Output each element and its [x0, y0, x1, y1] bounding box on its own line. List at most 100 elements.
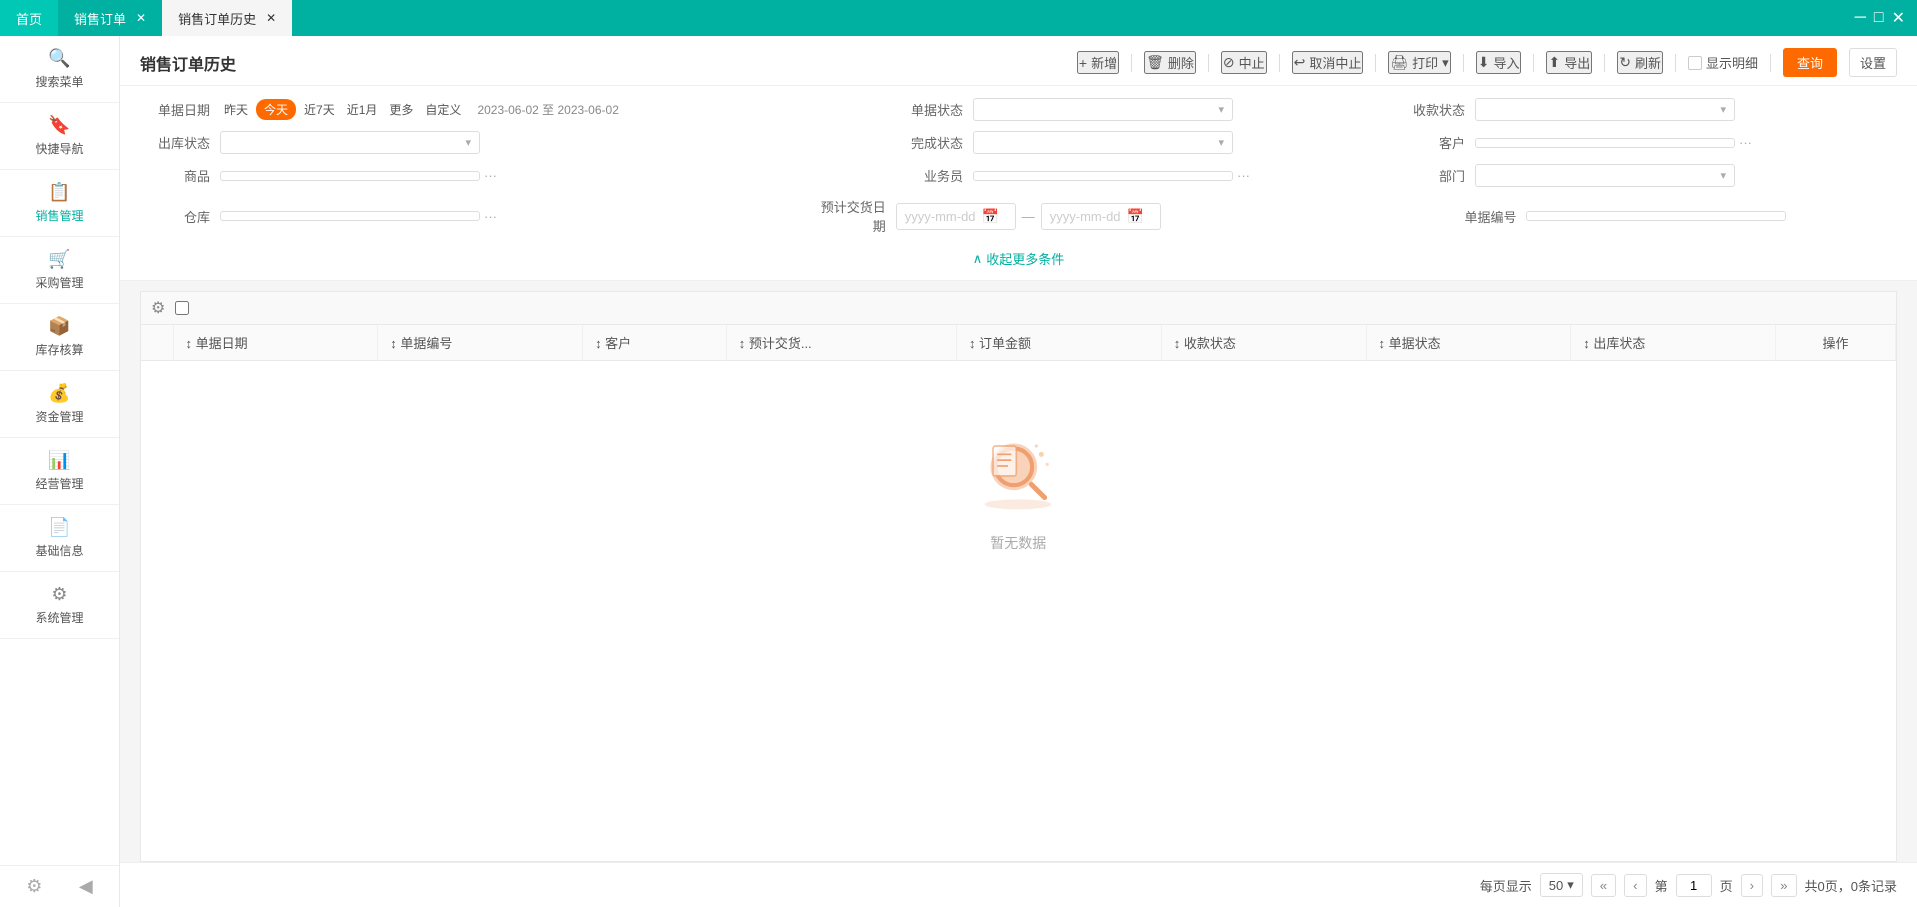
shortcut-custom[interactable]: 自定义	[421, 99, 465, 120]
refresh-icon: ↻	[1619, 54, 1631, 71]
query-button[interactable]: 查询	[1783, 48, 1837, 77]
date-filter-control: 昨天 今天 近7天 近1月 更多 自定义 2023-06-02 至 2023-0…	[220, 99, 893, 120]
page-prefix: 第	[1655, 876, 1668, 895]
shortcut-today[interactable]: 今天	[256, 99, 296, 120]
tab-sales-order-history[interactable]: 销售订单历史 ✕	[162, 0, 292, 36]
cancel-stop-button[interactable]: ↩ 取消中止	[1292, 51, 1364, 74]
outbound-status-select[interactable]: ▾	[220, 131, 480, 154]
empty-text: 暂无数据	[990, 533, 1046, 553]
page-title: 销售订单历史	[140, 51, 236, 75]
print-button[interactable]: 🖨 打印 ▾	[1388, 51, 1450, 74]
col-amount[interactable]: ↕ 订单金额	[956, 325, 1161, 361]
pay-status-select-arrow: ▾	[1720, 103, 1726, 116]
sidebar-item-operations[interactable]: 📊 经营管理	[0, 438, 119, 505]
col-date[interactable]: ↕ 单据日期	[173, 325, 378, 361]
purchase-mgmt-icon: 🛒	[48, 249, 70, 270]
divider-8	[1675, 54, 1676, 72]
next-page-button[interactable]: ›	[1741, 874, 1763, 897]
maximize-icon[interactable]: □	[1874, 9, 1884, 27]
col-no[interactable]: ↕ 单据编号	[378, 325, 583, 361]
shortcut-more[interactable]: 更多	[385, 99, 417, 120]
sidebar-collapse-icon[interactable]: ◀	[79, 876, 93, 897]
stop-button[interactable]: ⊘ 中止	[1221, 51, 1267, 74]
stop-label: 中止	[1239, 53, 1265, 72]
col-out-status[interactable]: ↕ 出库状态	[1571, 325, 1776, 361]
page-size-select[interactable]: 50 ▾	[1540, 873, 1583, 897]
delivery-date-group: yyyy-mm-dd 📅 — yyyy-mm-dd 📅	[896, 203, 1161, 230]
delete-button[interactable]: 🗑 删除	[1144, 51, 1196, 74]
minimize-icon[interactable]: ─	[1855, 9, 1866, 27]
delivery-date-from-value: yyyy-mm-dd	[905, 209, 976, 224]
export-button[interactable]: ⬆ 导出	[1546, 51, 1592, 74]
salesperson-ellipsis-btn[interactable]: ···	[1237, 168, 1250, 183]
col-doc-status[interactable]: ↕ 单据状态	[1366, 325, 1571, 361]
tab-home[interactable]: 首页	[0, 0, 58, 36]
last-page-button[interactable]: »	[1771, 874, 1796, 897]
salesperson-label: 业务员	[893, 166, 973, 185]
select-all-checkbox[interactable]	[175, 301, 189, 315]
sidebar-item-sales-mgmt[interactable]: 📋 销售管理	[0, 170, 119, 237]
display-columns-checkbox[interactable]	[1688, 56, 1702, 70]
operations-icon: 📊	[48, 450, 70, 471]
new-button[interactable]: + 新增	[1077, 51, 1119, 74]
sidebar-search-menu[interactable]: 🔍 搜索菜单	[0, 36, 119, 103]
first-page-button[interactable]: «	[1591, 874, 1616, 897]
page-number-input[interactable]	[1676, 874, 1712, 897]
empty-state: 暂无数据	[141, 361, 1896, 613]
tab-sales-order[interactable]: 销售订单 ✕	[58, 0, 162, 36]
col-customer[interactable]: ↕ 客户	[583, 325, 727, 361]
close-icon[interactable]: ✕	[1892, 8, 1905, 28]
sidebar-item-sys-mgmt[interactable]: ⚙ 系统管理	[0, 572, 119, 639]
settings-label: 设置	[1860, 53, 1886, 72]
content-area: 销售订单历史 + 新增 🗑 删除 ⊘ 中止 ↩	[120, 36, 1917, 907]
col-delivery[interactable]: ↕ 预计交货...	[726, 325, 956, 361]
sidebar-bottom-settings-icon[interactable]: ⚙	[26, 876, 42, 897]
shortcut-7days[interactable]: 近7天	[300, 99, 339, 120]
collapse-label: 收起更多条件	[986, 249, 1064, 268]
top-bar-tabs: 首页 销售订单 ✕ 销售订单历史 ✕	[0, 0, 1855, 36]
warehouse-ellipsis-btn[interactable]: ···	[484, 209, 497, 224]
refresh-button[interactable]: ↻ 刷新	[1617, 51, 1663, 74]
delete-icon: 🗑	[1146, 54, 1164, 71]
data-table: ↕ 单据日期 ↕ 单据编号 ↕ 客户 ↕ 预计交货...	[141, 325, 1896, 613]
complete-status-select[interactable]: ▾	[973, 131, 1233, 154]
collapse-row[interactable]: ∧ 收起更多条件	[140, 245, 1897, 268]
pay-status-select[interactable]: ▾	[1475, 98, 1735, 121]
import-button[interactable]: ⬇ 导入	[1476, 51, 1522, 74]
product-ellipsis-btn[interactable]: ···	[484, 168, 497, 183]
dept-select[interactable]: ▾	[1475, 164, 1735, 187]
table-settings-icon[interactable]: ⚙	[151, 298, 165, 318]
shortcut-1month[interactable]: 近1月	[343, 99, 382, 120]
sidebar-item-inventory[interactable]: 📦 库存核算	[0, 304, 119, 371]
date-dash: —	[1022, 209, 1035, 224]
sidebar-item-finance[interactable]: 💰 资金管理	[0, 371, 119, 438]
settings-button[interactable]: 设置	[1849, 48, 1897, 77]
finance-icon: 💰	[48, 383, 70, 404]
sidebar-item-purchase-mgmt[interactable]: 🛒 采购管理	[0, 237, 119, 304]
prev-page-button[interactable]: ‹	[1624, 874, 1646, 897]
divider-7	[1604, 54, 1605, 72]
sidebar-search-label: 搜索菜单	[35, 73, 83, 90]
col-ops: 操作	[1776, 325, 1896, 361]
filter-area: 单据日期 昨天 今天 近7天 近1月 更多 自定义 2023-06-02 至 2…	[120, 86, 1917, 281]
order-no-input[interactable]	[1526, 211, 1786, 221]
customer-input[interactable]	[1475, 138, 1735, 148]
status-select[interactable]: ▾	[973, 98, 1233, 121]
tab-sales-order-close[interactable]: ✕	[136, 11, 146, 25]
sidebar-item-basic-info[interactable]: 📄 基础信息	[0, 505, 119, 572]
shortcut-yesterday[interactable]: 昨天	[220, 99, 252, 120]
product-input[interactable]	[220, 171, 480, 181]
delivery-date-to[interactable]: yyyy-mm-dd 📅	[1041, 203, 1161, 230]
tab-sales-order-history-close[interactable]: ✕	[266, 11, 276, 25]
warehouse-input[interactable]	[220, 211, 480, 221]
col-ops-label: 操作	[1823, 336, 1849, 351]
col-pay-status[interactable]: ↕ 收款状态	[1161, 325, 1366, 361]
display-columns-control[interactable]: 显示明细	[1688, 53, 1758, 72]
date-filter-label: 单据日期	[140, 100, 220, 119]
delivery-date-from[interactable]: yyyy-mm-dd 📅	[896, 203, 1016, 230]
empty-cell: 暂无数据	[141, 361, 1896, 614]
customer-ellipsis-btn[interactable]: ···	[1739, 135, 1752, 150]
salesperson-input[interactable]	[973, 171, 1233, 181]
sidebar-item-quick-nav[interactable]: 🔖 快捷导航	[0, 103, 119, 170]
delete-label: 删除	[1168, 53, 1194, 72]
